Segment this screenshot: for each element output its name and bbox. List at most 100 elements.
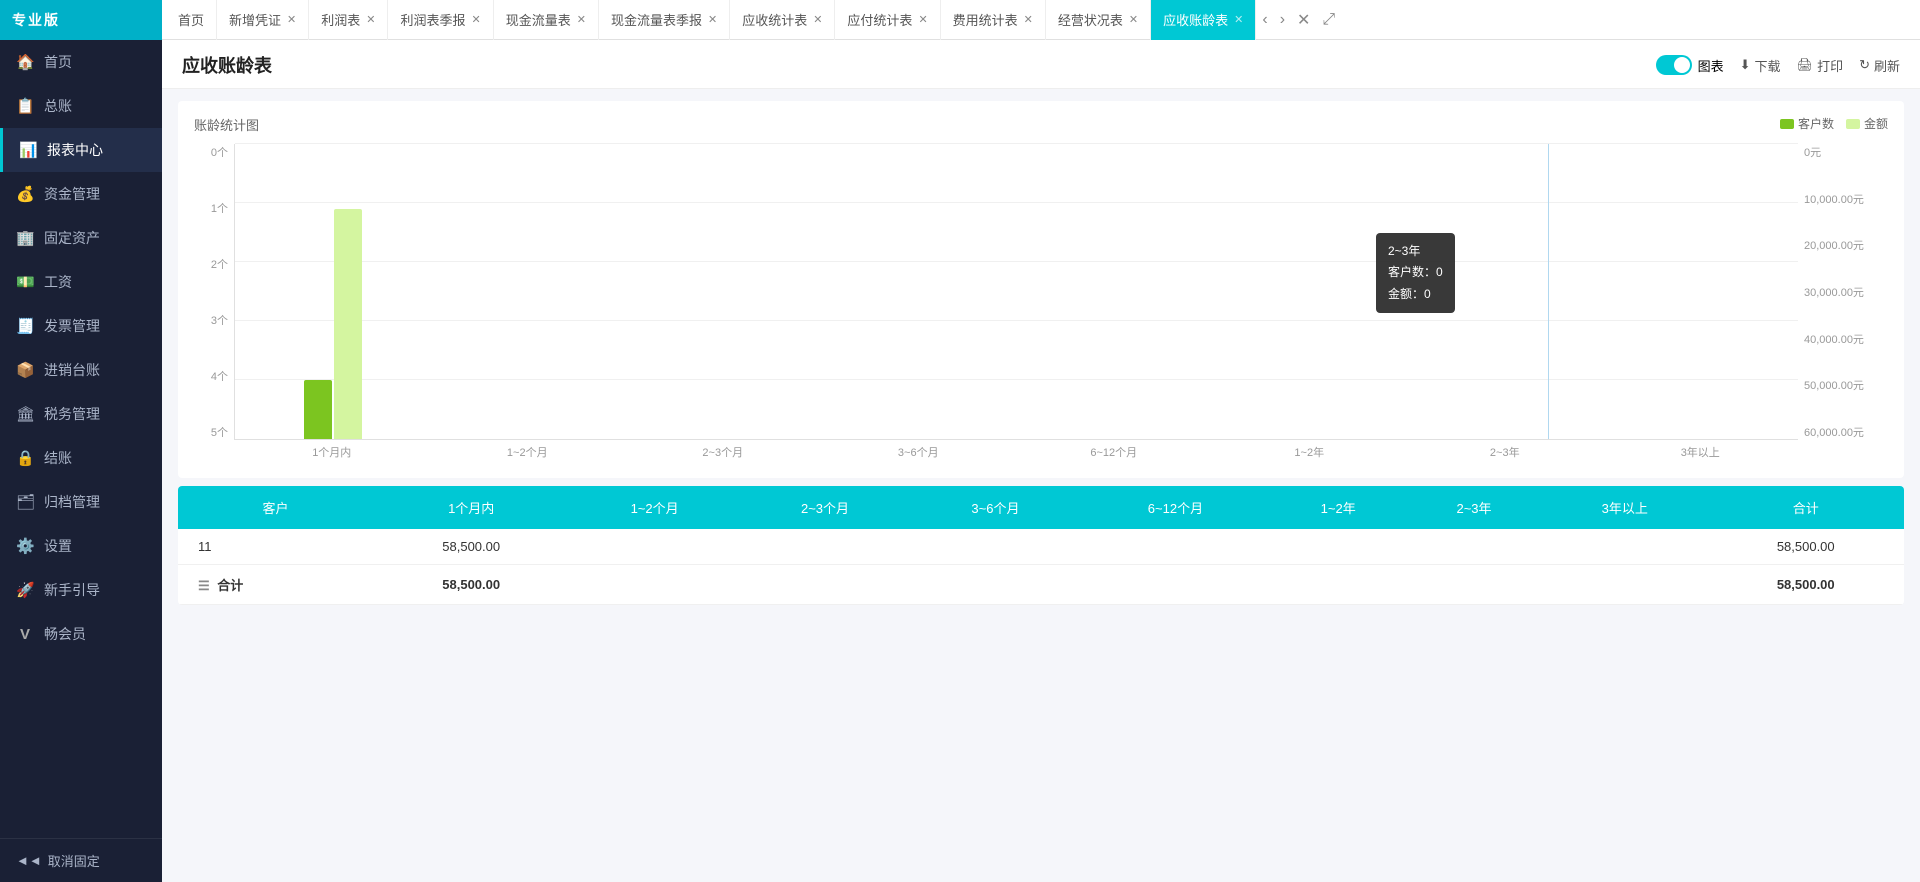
sidebar-label-fund: 资金管理: [44, 184, 100, 204]
total-m12: [569, 565, 739, 605]
td-y23: [1406, 529, 1542, 565]
archive-icon: 🗂: [16, 493, 34, 511]
sidebar-item-ledger[interactable]: 📋 总账: [0, 84, 162, 128]
table-area: 客户 1个月内 1~2个月 2~3个月 3~6个月 6~12个月 1~2年 2~…: [178, 486, 1904, 605]
sidebar: 专业版 🏠 首页 📋 总账 📊 报表中心 💰 资金管理 🏢 固定资产 💵 工资 …: [0, 0, 162, 882]
chart-title: 账龄统计图: [194, 115, 1888, 134]
sidebar-item-payroll[interactable]: 💵 工资: [0, 260, 162, 304]
total-label: ☰ 合计: [178, 565, 373, 605]
tab-maximize[interactable]: ⤢: [1316, 0, 1341, 40]
sidebar-item-purchase[interactable]: 📦 进销台账: [0, 348, 162, 392]
total-y23: [1406, 565, 1542, 605]
bar-group-m23: [626, 144, 821, 439]
y-right-0: 0元: [1804, 144, 1821, 160]
print-icon: 🖨: [1797, 57, 1814, 73]
sidebar-item-settings[interactable]: ⚙️ 设置: [0, 524, 162, 568]
total-label-text: 合计: [217, 578, 243, 593]
tab-profit-close[interactable]: ✕: [366, 13, 375, 26]
chart-toggle[interactable]: 图表: [1656, 55, 1724, 75]
th-m1: 1个月内: [373, 486, 569, 529]
bar-group-m612: [1017, 144, 1212, 439]
tab-ar-aging-close[interactable]: ✕: [1234, 13, 1243, 26]
tab-cashflow-close[interactable]: ✕: [577, 13, 586, 26]
pin-label: 取消固定: [48, 851, 100, 870]
bar-group-m1: [235, 144, 430, 439]
assets-icon: 🏢: [16, 229, 34, 247]
main-area: 首页 新增凭证 ✕ 利润表 ✕ 利润表季报 ✕ 现金流量表 ✕ 现金流量表季报 …: [162, 0, 1920, 882]
tab-biz-close[interactable]: ✕: [1129, 13, 1138, 26]
tab-scroll-left[interactable]: ‹: [1256, 0, 1273, 40]
y-left-0: 0个: [211, 144, 228, 160]
tab-profit-label: 利润表: [321, 10, 360, 29]
tab-profit[interactable]: 利润表 ✕: [309, 0, 388, 40]
legend-customers-label: 客户数: [1798, 115, 1834, 132]
y-axis-right: 60,000.00元 50,000.00元 40,000.00元 30,000.…: [1798, 144, 1888, 464]
y-right-30k: 30,000.00元: [1804, 284, 1864, 300]
legend-amount-dot: [1846, 119, 1860, 129]
data-table: 客户 1个月内 1~2个月 2~3个月 3~6个月 6~12个月 1~2年 2~…: [178, 486, 1904, 605]
refresh-label: 刷新: [1874, 56, 1900, 75]
tab-ar-stat-label: 应收统计表: [742, 10, 807, 29]
tab-scroll-right[interactable]: ›: [1274, 0, 1291, 40]
y-left-4: 4个: [211, 368, 228, 384]
sidebar-pin-toggle[interactable]: ◄◄ 取消固定: [0, 838, 162, 882]
download-icon: ⬇: [1740, 57, 1751, 73]
bar-m1-customers: [304, 380, 332, 439]
tab-biz[interactable]: 经营状况表 ✕: [1046, 0, 1151, 40]
table-row: 11 58,500.00 58,500.00: [178, 529, 1904, 565]
y-axis-left: 5个 4个 3个 2个 1个 0个: [194, 144, 234, 464]
invoice-icon: 🧾: [16, 317, 34, 335]
home-icon: 🏠: [16, 53, 34, 71]
tab-home[interactable]: 首页: [166, 0, 217, 40]
tab-ar-aging[interactable]: 应收账龄表 ✕: [1151, 0, 1256, 40]
tab-cashflow-q-close[interactable]: ✕: [708, 13, 717, 26]
sidebar-item-assets[interactable]: 🏢 固定资产: [0, 216, 162, 260]
y-left-5: 5个: [211, 424, 228, 440]
sidebar-item-fund[interactable]: 💰 资金管理: [0, 172, 162, 216]
tab-cashflow[interactable]: 现金流量表 ✕: [494, 0, 599, 40]
tab-cashflow-q[interactable]: 现金流量表季报 ✕: [599, 0, 730, 40]
fund-icon: 💰: [16, 185, 34, 203]
tab-ap-stat-label: 应付统计表: [847, 10, 912, 29]
page-header: 应收账龄表 图表 ⬇ 下载 🖨 打印 ↻ 刷新: [162, 40, 1920, 89]
legend-customers-dot: [1780, 119, 1794, 129]
tab-profit-q[interactable]: 利润表季报 ✕: [388, 0, 493, 40]
sidebar-item-report[interactable]: 📊 报表中心: [0, 128, 162, 172]
print-label: 打印: [1817, 56, 1843, 75]
sidebar-item-invoice[interactable]: 🧾 发票管理: [0, 304, 162, 348]
tab-ar-stat[interactable]: 应收统计表 ✕: [730, 0, 835, 40]
tab-voucher[interactable]: 新增凭证 ✕: [217, 0, 309, 40]
sidebar-item-tax[interactable]: 🏛 税务管理: [0, 392, 162, 436]
tab-ar-aging-label: 应收账龄表: [1163, 10, 1228, 29]
tab-ar-stat-close[interactable]: ✕: [813, 13, 822, 26]
tab-close-all[interactable]: ✕: [1291, 0, 1316, 40]
sidebar-item-home[interactable]: 🏠 首页: [0, 40, 162, 84]
sidebar-label-settings: 设置: [44, 536, 72, 556]
tab-voucher-label: 新增凭证: [229, 10, 281, 29]
tab-bar: 首页 新增凭证 ✕ 利润表 ✕ 利润表季报 ✕ 现金流量表 ✕ 现金流量表季报 …: [162, 0, 1920, 40]
tab-ap-stat[interactable]: 应付统计表 ✕: [835, 0, 940, 40]
close-account-icon: 🔒: [16, 449, 34, 467]
tab-expense-close[interactable]: ✕: [1024, 13, 1033, 26]
tab-expense[interactable]: 费用统计表 ✕: [941, 0, 1046, 40]
tab-profit-q-close[interactable]: ✕: [472, 13, 481, 26]
th-m23: 2~3个月: [740, 486, 910, 529]
tab-ap-stat-close[interactable]: ✕: [918, 13, 927, 26]
download-button[interactable]: ⬇ 下载: [1740, 56, 1781, 75]
refresh-button[interactable]: ↻ 刷新: [1859, 56, 1900, 75]
tab-voucher-close[interactable]: ✕: [287, 13, 296, 26]
print-button[interactable]: 🖨 打印: [1797, 56, 1844, 75]
guide-icon: 🚀: [16, 581, 34, 599]
th-y3plus: 3年以上: [1542, 486, 1708, 529]
sidebar-item-guide[interactable]: 🚀 新手引导: [0, 568, 162, 612]
bar-group-m12: [430, 144, 625, 439]
sidebar-item-close[interactable]: 🔒 结账: [0, 436, 162, 480]
toggle-track[interactable]: [1656, 55, 1692, 75]
x-label-m612: 6~12个月: [1016, 440, 1212, 464]
y-right-20k: 20,000.00元: [1804, 237, 1864, 253]
sidebar-item-member[interactable]: V 畅会员: [0, 612, 162, 656]
page-title: 应收账龄表: [182, 52, 272, 78]
x-label-m36: 3~6个月: [821, 440, 1017, 464]
sidebar-item-archive[interactable]: 🗂 归档管理: [0, 480, 162, 524]
x-label-m23: 2~3个月: [625, 440, 821, 464]
